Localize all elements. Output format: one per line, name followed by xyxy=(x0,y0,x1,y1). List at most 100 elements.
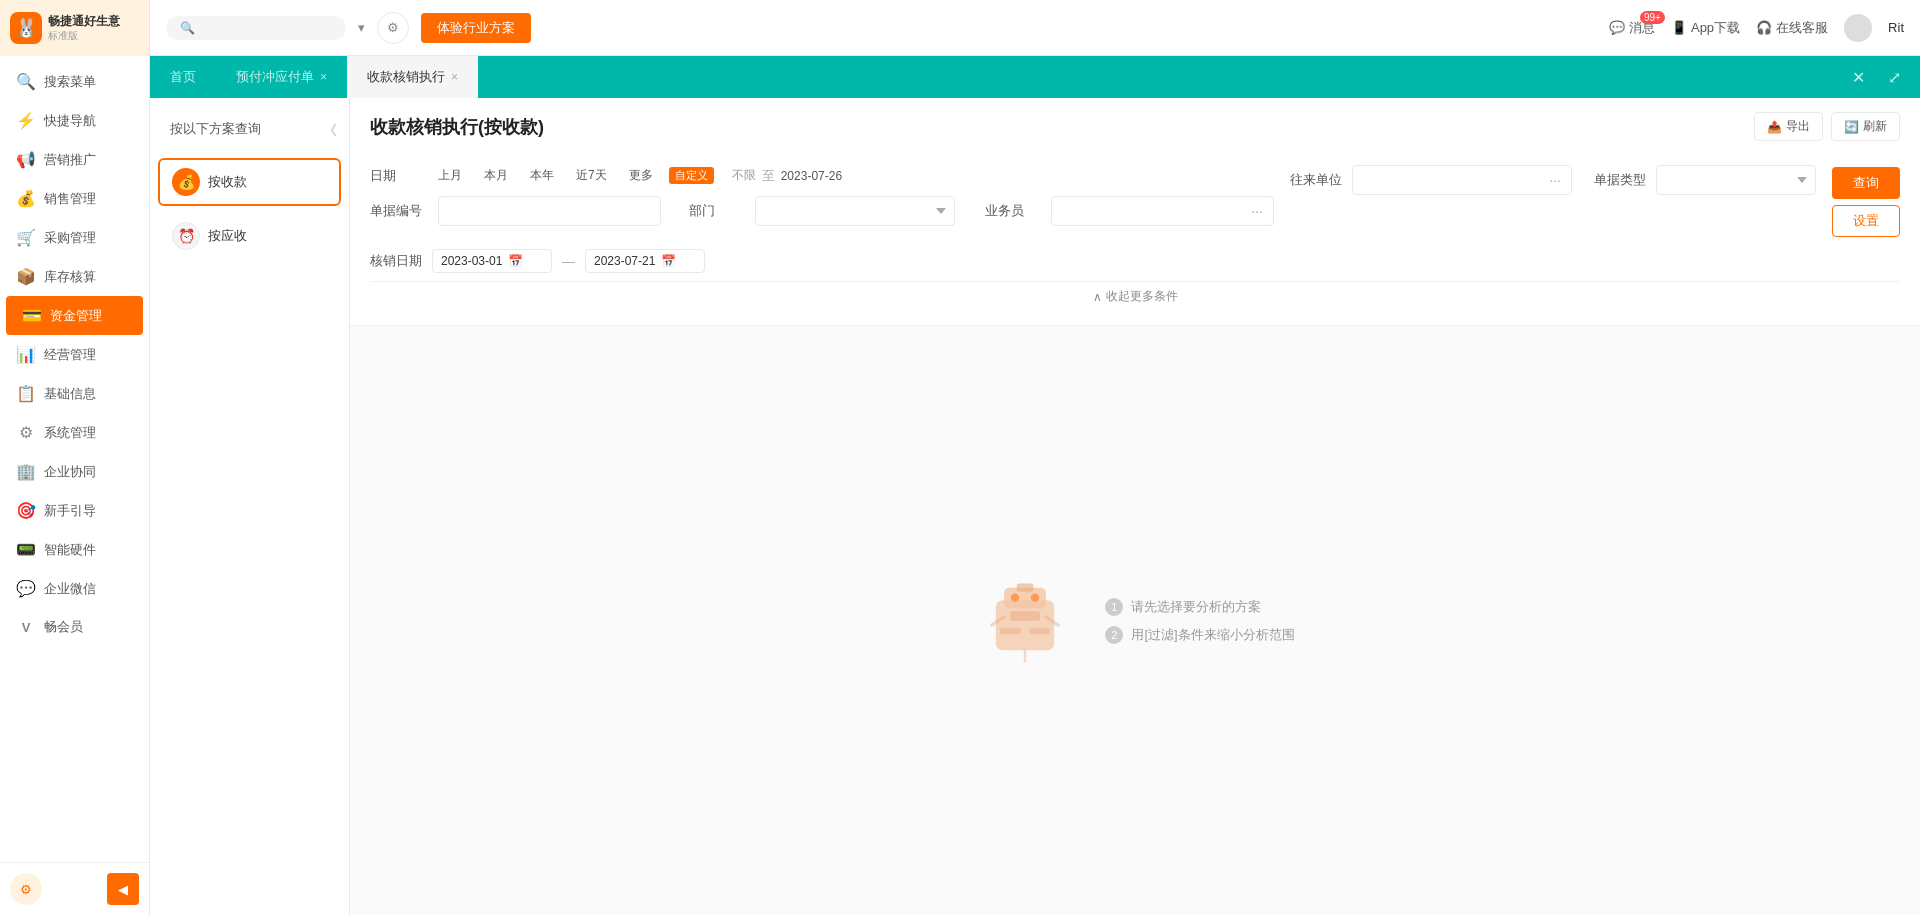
sidebar-item-marketing[interactable]: 📢 营销推广 xyxy=(0,140,149,179)
sidebar-item-member[interactable]: V 畅会员 xyxy=(0,608,149,646)
date-7days[interactable]: 近7天 xyxy=(568,165,615,186)
empty-illustration xyxy=(975,571,1075,671)
writeoff-end-calendar-icon[interactable]: 📅 xyxy=(661,254,676,268)
refresh-btn[interactable]: 🔄 刷新 xyxy=(1831,112,1900,141)
logo-text: 畅捷通好生意 标准版 xyxy=(48,14,120,43)
sidebar-item-purchase[interactable]: 🛒 采购管理 xyxy=(0,218,149,257)
wechat-icon: 💬 xyxy=(16,579,36,598)
staff-input[interactable]: ··· xyxy=(1051,196,1274,226)
enterprise-icon: 🏢 xyxy=(16,462,36,481)
tab-home[interactable]: 首页 xyxy=(150,56,216,98)
doc-number-input[interactable] xyxy=(438,196,661,226)
content-area: 按以下方案查询 《 💰 按收款 ⏰ 按应收 收款核销执行(按收款) xyxy=(150,98,1920,915)
search-menu-icon: 🔍 xyxy=(16,72,36,91)
date-to-label: 至 xyxy=(762,167,775,185)
sidebar-label-hardware: 智能硬件 xyxy=(44,541,96,559)
sidebar-label-system: 系统管理 xyxy=(44,424,96,442)
app-download-icon: 📱 xyxy=(1671,20,1687,35)
step1-text: 请先选择要分析的方案 xyxy=(1131,598,1261,616)
sidebar-item-guide[interactable]: 🎯 新手引导 xyxy=(0,491,149,530)
topbar-gear-btn[interactable]: ⚙ xyxy=(377,12,409,44)
sidebar-label-inventory: 库存核算 xyxy=(44,268,96,286)
settings-btn[interactable]: 设置 xyxy=(1832,205,1900,237)
marketing-icon: 📢 xyxy=(16,150,36,169)
counterpart-input[interactable]: ··· xyxy=(1352,165,1572,195)
filter-receipt-icon: 💰 xyxy=(172,168,200,196)
page-title-row: 收款核销执行(按收款) 📤 导出 🔄 刷新 xyxy=(370,112,1900,151)
sidebar-label-finance: 资金管理 xyxy=(50,307,102,325)
sidebar-item-search-menu[interactable]: 🔍 搜索菜单 xyxy=(0,62,149,101)
page-actions: 📤 导出 🔄 刷新 xyxy=(1754,112,1900,141)
doc-type-label: 单据类型 xyxy=(1594,171,1646,189)
sidebar-label-member: 畅会员 xyxy=(44,618,83,636)
date-shortcuts: 上月 本月 本年 近7天 更多 自定义 xyxy=(430,165,714,186)
service-icon: 🎧 xyxy=(1756,20,1772,35)
sidebar-label-operation: 经营管理 xyxy=(44,346,96,364)
tab-prepay-close[interactable]: × xyxy=(320,70,327,84)
sidebar-item-sales[interactable]: 💰 销售管理 xyxy=(0,179,149,218)
message-icon: 💬 xyxy=(1609,20,1625,35)
date-this-year[interactable]: 本年 xyxy=(522,165,562,186)
sidebar-item-quick-nav[interactable]: ⚡ 快捷导航 xyxy=(0,101,149,140)
sidebar-settings-btn[interactable]: ⚙ xyxy=(10,873,42,905)
left-panel-collapse-btn[interactable]: 《 xyxy=(323,122,337,140)
dept-select[interactable] xyxy=(755,196,955,226)
filter-by-receipt[interactable]: 💰 按收款 xyxy=(158,158,341,206)
filter-receivable-label: 按应收 xyxy=(208,227,247,245)
filter-by-receivable[interactable]: ⏰ 按应收 xyxy=(158,212,341,260)
date-last-month[interactable]: 上月 xyxy=(430,165,470,186)
sidebar-item-system[interactable]: ⚙ 系统管理 xyxy=(0,413,149,452)
writeoff-date-label: 核销日期 xyxy=(370,252,422,270)
topbar-right: 💬 消息 99+ 📱 App下载 🎧 在线客服 Rit xyxy=(1609,14,1904,42)
export-btn[interactable]: 📤 导出 xyxy=(1754,112,1823,141)
doc-number-label: 单据编号 xyxy=(370,202,422,220)
staff-label: 业务员 xyxy=(985,202,1035,220)
tabs-bar: 首页 预付冲应付单 × 收款核销执行 × ✕ ⤢ xyxy=(150,56,1920,98)
query-btn[interactable]: 查询 xyxy=(1832,167,1900,199)
sidebar-label-enterprise: 企业协同 xyxy=(44,463,96,481)
tab-maximize-btn[interactable]: ⤢ xyxy=(1880,63,1908,91)
sidebar-collapse-btn[interactable]: ◀ xyxy=(107,873,139,905)
sidebar-label-sales: 销售管理 xyxy=(44,190,96,208)
sidebar-label-purchase: 采购管理 xyxy=(44,229,96,247)
solution-btn[interactable]: 体验行业方案 xyxy=(421,13,531,43)
online-service-btn[interactable]: 🎧 在线客服 xyxy=(1756,19,1828,37)
sidebar-label-wechat: 企业微信 xyxy=(44,580,96,598)
tab-writeoff-close[interactable]: × xyxy=(451,70,458,84)
user-name: Rit xyxy=(1888,20,1904,35)
tab-writeoff[interactable]: 收款核销执行 × xyxy=(347,56,478,98)
app-name: 畅捷通好生意 xyxy=(48,14,120,30)
sidebar-item-finance[interactable]: 💳 资金管理 xyxy=(6,296,143,335)
tab-prepay[interactable]: 预付冲应付单 × xyxy=(216,56,347,98)
staff-dots-icon[interactable]: ··· xyxy=(1251,203,1263,219)
counterpart-dots-icon[interactable]: ··· xyxy=(1549,172,1561,188)
filter-receipt-label: 按收款 xyxy=(208,173,247,191)
topbar-dropdown[interactable]: ▾ xyxy=(358,20,365,35)
writeoff-date-end-input[interactable]: 2023-07-21 📅 xyxy=(585,249,705,273)
logo-char: 🐰 xyxy=(15,17,37,39)
app-download-btn[interactable]: 📱 App下载 xyxy=(1671,19,1740,37)
writeoff-date-start-input[interactable]: 2023-03-01 📅 xyxy=(432,249,552,273)
filter-receivable-icon: ⏰ xyxy=(172,222,200,250)
sidebar-item-operation[interactable]: 📊 经营管理 xyxy=(0,335,149,374)
sidebar-item-enterprise[interactable]: 🏢 企业协同 xyxy=(0,452,149,491)
message-btn[interactable]: 💬 消息 99+ xyxy=(1609,19,1655,37)
sidebar-item-hardware[interactable]: 📟 智能硬件 xyxy=(0,530,149,569)
writeoff-start-calendar-icon[interactable]: 📅 xyxy=(508,254,523,268)
doc-type-select[interactable] xyxy=(1656,165,1816,195)
app-edition: 标准版 xyxy=(48,29,120,42)
date-more[interactable]: 更多 xyxy=(621,165,661,186)
export-icon: 📤 xyxy=(1767,120,1782,134)
export-label: 导出 xyxy=(1786,118,1810,135)
sidebar-item-wechat[interactable]: 💬 企业微信 xyxy=(0,569,149,608)
collapse-more-btn[interactable]: ∧ 收起更多条件 xyxy=(370,281,1900,311)
topbar-search[interactable]: 🔍 xyxy=(166,16,346,40)
sidebar-label-quick-nav: 快捷导航 xyxy=(44,112,96,130)
svg-rect-7 xyxy=(1030,627,1051,634)
tab-close-btn[interactable]: ✕ xyxy=(1844,63,1872,91)
date-this-month[interactable]: 本月 xyxy=(476,165,516,186)
member-icon: V xyxy=(16,620,36,635)
sidebar-item-basic-info[interactable]: 📋 基础信息 xyxy=(0,374,149,413)
sidebar-item-inventory[interactable]: 📦 库存核算 xyxy=(0,257,149,296)
empty-step1: 1 请先选择要分析的方案 xyxy=(1105,598,1294,616)
